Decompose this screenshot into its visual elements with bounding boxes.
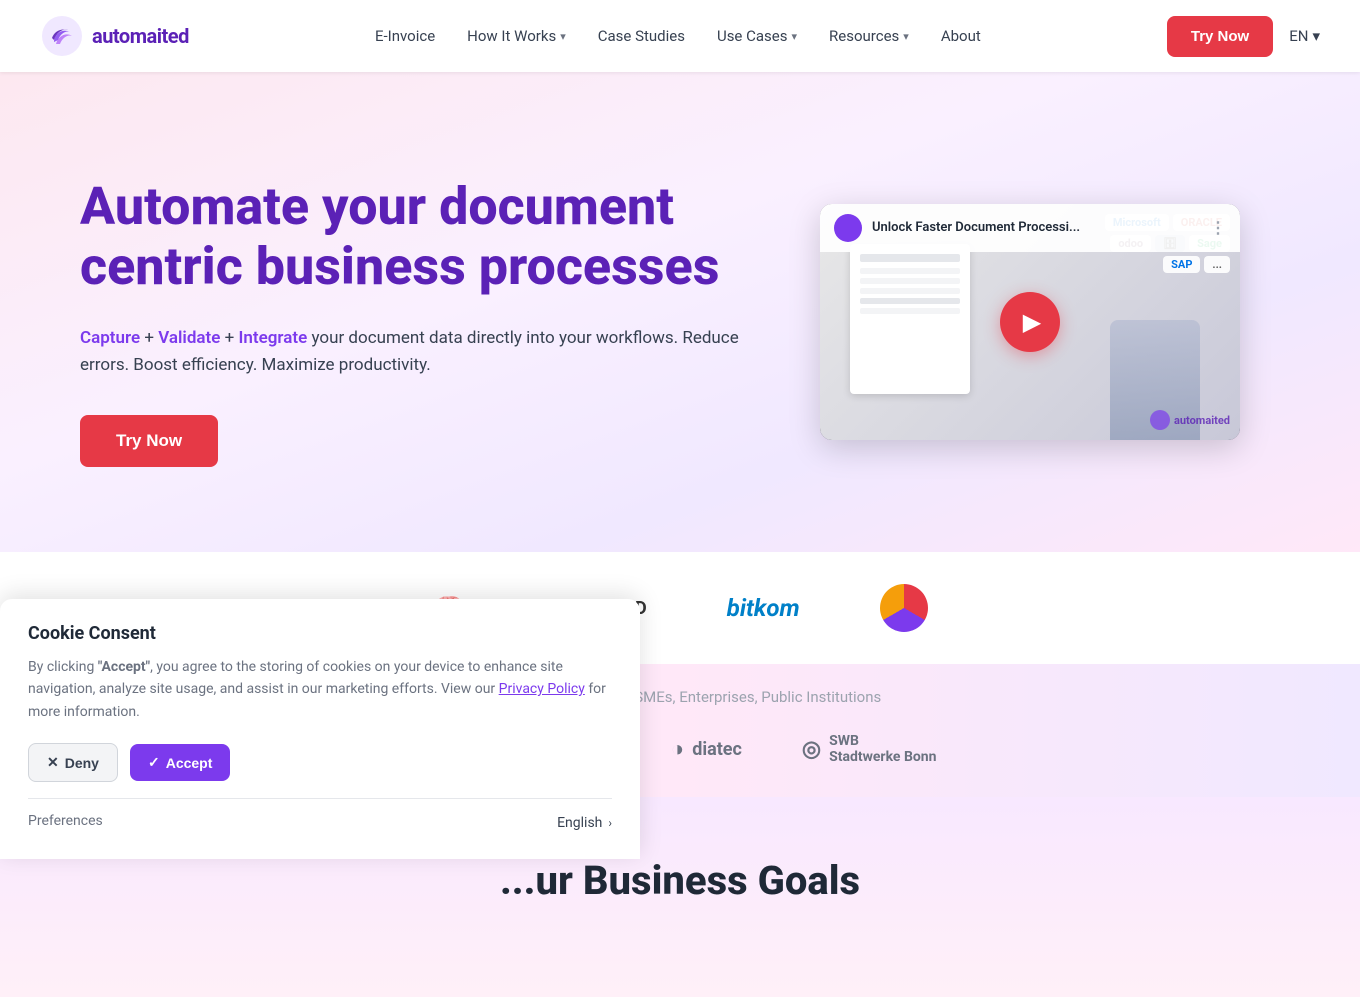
language-selector[interactable]: EN ▾ <box>1289 27 1320 45</box>
nav-links: E-Invoice How It Works ▾ Case Studies Us… <box>375 27 981 45</box>
hero-video: ▶ Microsoft ORACLE odoo 🗄 Sage <box>820 204 1240 440</box>
goals-title: ...ur Business Goals <box>80 857 1280 904</box>
cookie-title: Cookie Consent <box>28 623 612 644</box>
nav-link-about[interactable]: About <box>941 27 981 45</box>
video-play-button[interactable]: ▶ <box>1000 292 1060 352</box>
client-diatec: ◑ diatec <box>671 736 742 762</box>
video-more-icon: ⋮ <box>1210 218 1226 237</box>
accept-icon: ✓ <box>148 754 160 771</box>
more-logos-chip: ... <box>1204 256 1230 273</box>
cookie-actions: ✕ Deny ✓ Accept <box>28 743 612 782</box>
brand-logo[interactable]: automaited <box>40 14 189 58</box>
deny-icon: ✕ <box>47 754 59 771</box>
hero-subtitle: Capture + Validate + Integrate your docu… <box>80 325 780 379</box>
cookie-accept-button[interactable]: ✓ Accept <box>130 744 230 781</box>
hero-try-now-button[interactable]: Try Now <box>80 415 218 467</box>
hero-title: Automate your document centric business … <box>80 177 780 297</box>
nav-link-use-cases[interactable]: Use Cases ▾ <box>717 27 797 45</box>
chevron-down-icon: ▾ <box>1312 27 1320 45</box>
nav-link-case-studies[interactable]: Case Studies <box>598 27 685 45</box>
client-swb: ◎ SWBStadtwerke Bonn <box>802 733 937 765</box>
nav-link-e-invoice[interactable]: E-Invoice <box>375 27 435 45</box>
nav-link-resources[interactable]: Resources ▾ <box>829 27 909 45</box>
cookie-footer: Preferences English › <box>28 798 612 831</box>
video-title-bar: Unlock Faster Document Processi... ⋮ <box>820 204 1240 252</box>
chevron-right-icon: › <box>608 816 612 830</box>
cookie-body: By clicking "Accept", you agree to the s… <box>28 656 612 723</box>
chevron-down-icon: ▾ <box>903 30 909 43</box>
partner-bitkom: bitkom <box>727 594 800 622</box>
brand-name: automaited <box>92 24 189 48</box>
navbar: automaited E-Invoice How It Works ▾ Case… <box>0 0 1360 72</box>
partner-circle <box>880 584 928 632</box>
cookie-deny-button[interactable]: ✕ Deny <box>28 743 118 782</box>
swb-icon: ◎ <box>802 737 821 762</box>
nav-link-how-it-works[interactable]: How It Works ▾ <box>467 27 566 45</box>
chevron-down-icon: ▾ <box>791 30 797 43</box>
video-title-text: Unlock Faster Document Processi... <box>872 220 1080 235</box>
video-bg-doc <box>850 244 970 394</box>
circle-logo-icon <box>880 584 928 632</box>
hero-section: Automate your document centric business … <box>0 72 1360 552</box>
diatec-icon: ◑ <box>671 736 684 762</box>
video-thumbnail: ▶ Microsoft ORACLE odoo 🗄 Sage <box>820 204 1240 440</box>
play-icon: ▶ <box>1023 308 1041 336</box>
hero-content: Automate your document centric business … <box>80 177 780 467</box>
cookie-language-selector[interactable]: English › <box>557 815 612 831</box>
privacy-policy-link[interactable]: Privacy Policy <box>499 681 585 697</box>
brand-logo-icon <box>40 14 84 58</box>
chevron-down-icon: ▾ <box>560 30 566 43</box>
cookie-preferences-link[interactable]: Preferences <box>28 813 103 829</box>
nav-try-now-button[interactable]: Try Now <box>1167 16 1273 57</box>
nav-right: Try Now EN ▾ <box>1167 16 1320 57</box>
cookie-banner: Cookie Consent By clicking "Accept", you… <box>0 599 640 859</box>
video-logo-icon <box>834 214 862 242</box>
sap-logo-chip: SAP <box>1163 256 1200 273</box>
video-watermark: automaited <box>1150 410 1230 430</box>
